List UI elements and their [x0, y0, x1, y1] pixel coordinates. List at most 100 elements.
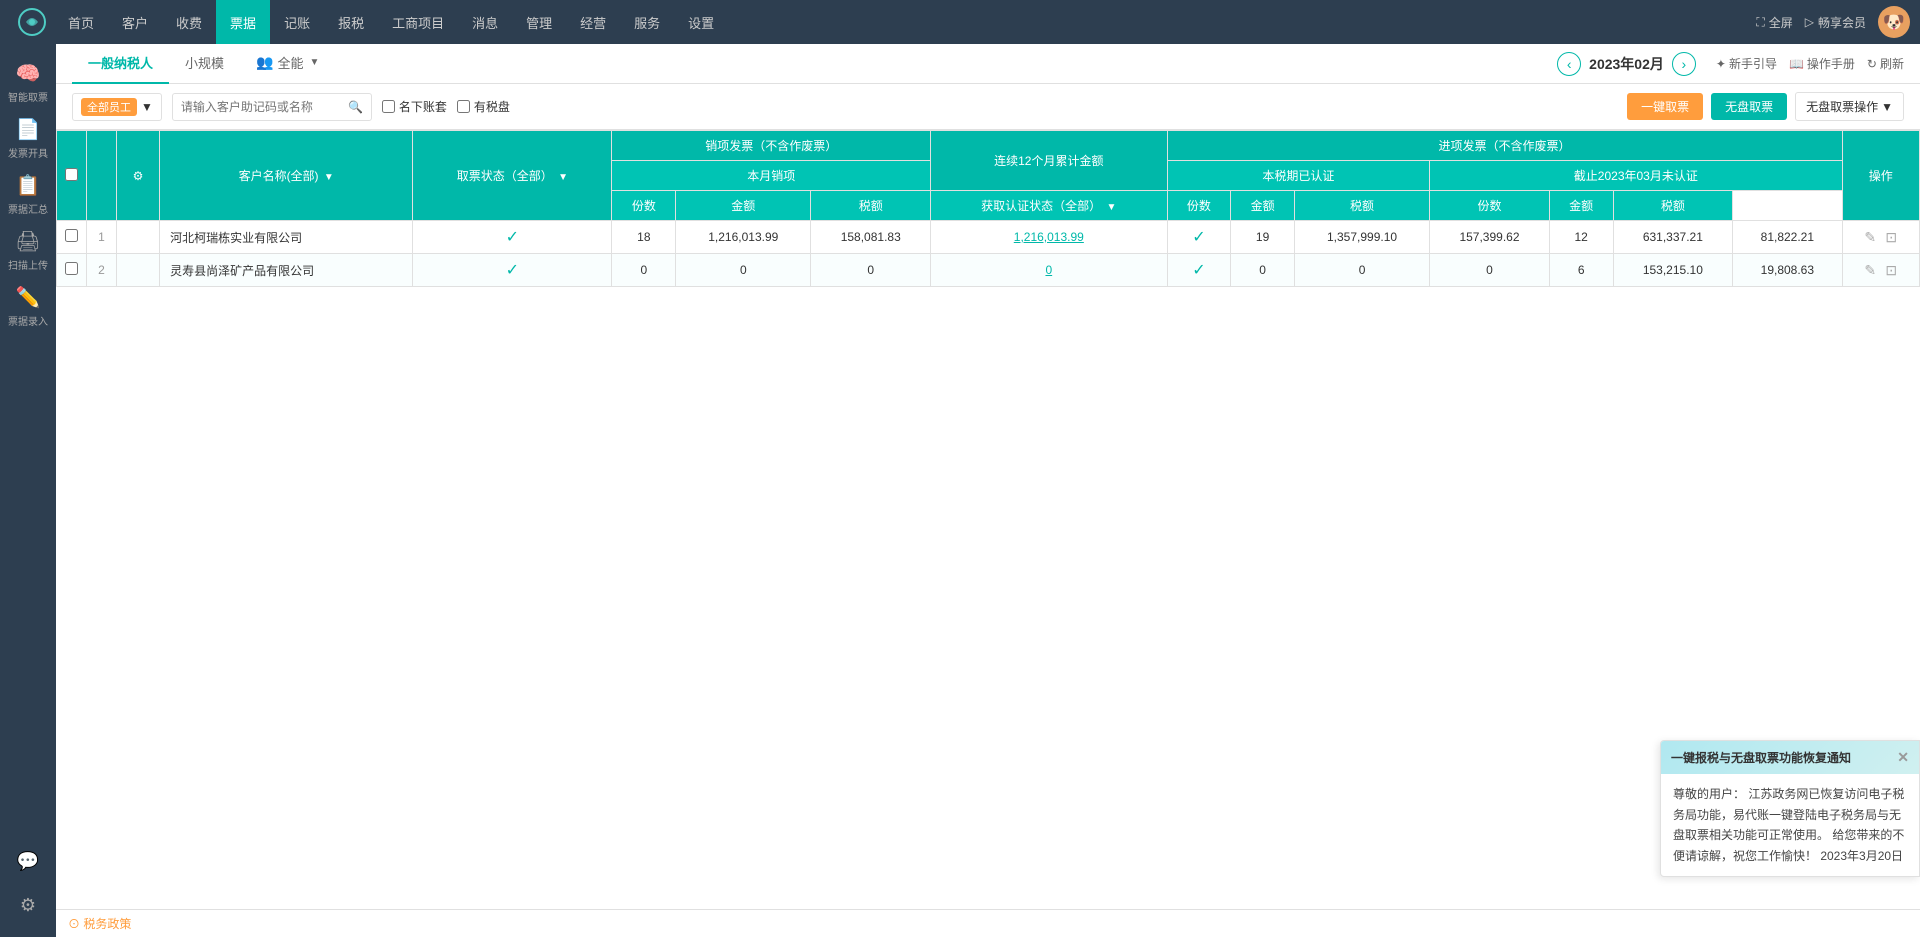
row-input-unrecog-amount: 153,215.10 — [1613, 254, 1733, 287]
th-input-recognized: 本税期已认证 — [1167, 161, 1430, 191]
row-checkbox[interactable] — [65, 229, 78, 242]
nav-operate[interactable]: 经营 — [566, 0, 620, 44]
customer-filter-icon[interactable]: ▼ — [324, 172, 334, 183]
row-index: 1 — [87, 221, 117, 254]
table-row: 2 灵寿县尚泽矿产品有限公司 ✓ 0 0 0 0 ✓ 0 0 0 6 153,2… — [57, 254, 1920, 287]
nav-customer[interactable]: 客户 — [108, 0, 162, 44]
edit-icon[interactable]: ✎ — [1864, 229, 1876, 245]
tax-disk-checkbox[interactable] — [457, 100, 470, 113]
play-icon: ▷ — [1805, 15, 1814, 29]
notification-body: 尊敬的用户： 江苏政务网已恢复访问电子税务局功能，易代账一键登陆电子税务局与无盘… — [1661, 774, 1919, 876]
cumulative-link[interactable]: 1,216,013.99 — [1014, 230, 1084, 244]
select-all-checkbox[interactable] — [65, 168, 78, 181]
user-avatar[interactable]: 🐶 — [1878, 6, 1910, 38]
prev-month-button[interactable]: ‹ — [1557, 52, 1581, 76]
sidebar-settings-icon[interactable]: ⚙ — [0, 883, 56, 927]
th-sales-count: 份数 — [612, 191, 676, 221]
employee-tag: 全部员工 — [81, 98, 137, 116]
sidebar-item-entry[interactable]: ✏️ 票据录入 — [0, 278, 56, 334]
recog-check-icon: ✓ — [1192, 262, 1205, 279]
search-icon: 🔍 — [348, 100, 363, 114]
row-sales-tax: 158,081.83 — [811, 221, 931, 254]
sidebar-item-invoice[interactable]: 📄 发票开具 — [0, 110, 56, 166]
nav-accounting[interactable]: 记账 — [270, 0, 324, 44]
nav-home[interactable]: 首页 — [54, 0, 108, 44]
status-bar: ⊙ 税务政策 — [56, 909, 1920, 937]
tax-policy-link[interactable]: ⊙ 税务政策 — [68, 915, 131, 932]
edit-icon[interactable]: ✎ — [1864, 262, 1876, 278]
tab-small-scale[interactable]: 小规模 — [169, 44, 240, 84]
manual-button[interactable]: 📖 操作手册 — [1789, 55, 1855, 72]
tab-general-taxpayer[interactable]: 一般纳税人 — [72, 44, 169, 84]
row-input-recog-amount: 0 — [1294, 254, 1429, 287]
th-operation: 操作 — [1842, 131, 1920, 221]
refresh-button[interactable]: ↻ 刷新 — [1867, 55, 1904, 72]
row-cumulative: 1,216,013.99 — [931, 221, 1167, 254]
sidebar-item-smart-ticket[interactable]: 🧠 智能取票 — [0, 54, 56, 110]
guide-button[interactable]: ✦ 新手引导 — [1716, 55, 1777, 72]
view-icon[interactable]: ⊡ — [1885, 229, 1897, 245]
row-sales-tax: 0 — [811, 254, 931, 287]
nav-manage[interactable]: 管理 — [512, 0, 566, 44]
one-click-ticket-button[interactable]: 一键取票 — [1627, 93, 1703, 120]
th-index — [87, 131, 117, 221]
main-content: 一般纳税人 小规模 👥 全能 ▼ ‹ 2023年02月 › ✦ 新手引导 📖 操… — [56, 44, 1920, 937]
th-sales-group: 销项发票（不含作废票） — [612, 131, 931, 161]
top-navigation: 首页 客户 收费 票据 记账 报税 工商项目 消息 管理 经营 服务 设置 ⛶ … — [0, 0, 1920, 44]
account-checkbox[interactable] — [382, 100, 395, 113]
th-input-recog-tax: 税额 — [1294, 191, 1429, 221]
fullscreen-icon: ⛶ — [1756, 15, 1764, 30]
th-settings: ⚙ — [117, 131, 160, 221]
book-icon: 📖 — [1789, 57, 1804, 71]
nav-ticket[interactable]: 票据 — [216, 0, 270, 44]
view-icon[interactable]: ⊡ — [1885, 262, 1897, 278]
nav-settings[interactable]: 设置 — [674, 0, 728, 44]
table-body: 1 河北柯瑞栋实业有限公司 ✓ 18 1,216,013.99 158,081.… — [57, 221, 1920, 287]
sidebar-item-summary[interactable]: 📋 票据汇总 — [0, 166, 56, 222]
tab-all[interactable]: 👥 全能 ▼ — [240, 44, 335, 84]
invoice-icon: 📄 — [16, 117, 41, 142]
row-customer: 河北柯瑞栋实业有限公司 — [160, 221, 413, 254]
notification-close-button[interactable]: ✕ — [1897, 749, 1909, 766]
row-recog-status: ✓ — [1167, 221, 1231, 254]
table-row: 1 河北柯瑞栋实业有限公司 ✓ 18 1,216,013.99 158,081.… — [57, 221, 1920, 254]
status-filter-icon[interactable]: ▼ — [558, 172, 568, 183]
row-input-unrecog-tax: 19,808.63 — [1733, 254, 1842, 287]
th-cumulative: 连续12个月累计金额 — [931, 131, 1167, 191]
nav-business[interactable]: 工商项目 — [378, 0, 458, 44]
employee-selector[interactable]: 全部员工 ▼ — [72, 93, 162, 121]
row-recog-status: ✓ — [1167, 254, 1231, 287]
diskless-operation-button[interactable]: 无盘取票操作 ▼ — [1795, 92, 1904, 121]
row-settings — [117, 254, 160, 287]
fullscreen-button[interactable]: ⛶ 全屏 — [1756, 14, 1792, 31]
sidebar-chat-icon[interactable]: 💬 — [0, 839, 56, 883]
row-sales-count: 0 — [612, 254, 676, 287]
nav-tax[interactable]: 报税 — [324, 0, 378, 44]
search-input[interactable] — [181, 100, 344, 114]
nav-right-area: ⛶ 全屏 ▷ 畅享会员 🐶 — [1756, 6, 1910, 38]
checkbox-account[interactable]: 名下账套 — [382, 98, 447, 115]
row-sales-amount: 0 — [676, 254, 811, 287]
brain-icon: 🧠 — [16, 61, 41, 86]
member-button[interactable]: ▷ 畅享会员 — [1805, 14, 1866, 31]
nav-service[interactable]: 服务 — [620, 0, 674, 44]
guide-icon: ✦ — [1716, 57, 1726, 71]
nav-message[interactable]: 消息 — [458, 0, 512, 44]
row-settings — [117, 221, 160, 254]
nav-fee[interactable]: 收费 — [162, 0, 216, 44]
sidebar-item-scan[interactable]: 🖨 扫描上传 — [0, 222, 56, 278]
search-box[interactable]: 🔍 — [172, 93, 372, 121]
row-checkbox[interactable] — [65, 262, 78, 275]
next-month-button[interactable]: › — [1672, 52, 1696, 76]
cumulative-link[interactable]: 0 — [1045, 263, 1052, 277]
checkbox-tax-disk[interactable]: 有税盘 — [457, 98, 510, 115]
recog-filter-icon[interactable]: ▼ — [1107, 202, 1117, 213]
chevron-down-icon: ▼ — [1881, 100, 1893, 114]
summary-icon: 📋 — [16, 173, 41, 198]
entry-icon: ✏️ — [16, 285, 41, 310]
th-input-unrecog-count: 份数 — [1430, 191, 1550, 221]
row-checkbox-cell — [57, 254, 87, 287]
th-input-recog-amount: 金额 — [1231, 191, 1295, 221]
diskless-ticket-button[interactable]: 无盘取票 — [1711, 93, 1787, 120]
status-check-icon: ✓ — [506, 229, 519, 246]
